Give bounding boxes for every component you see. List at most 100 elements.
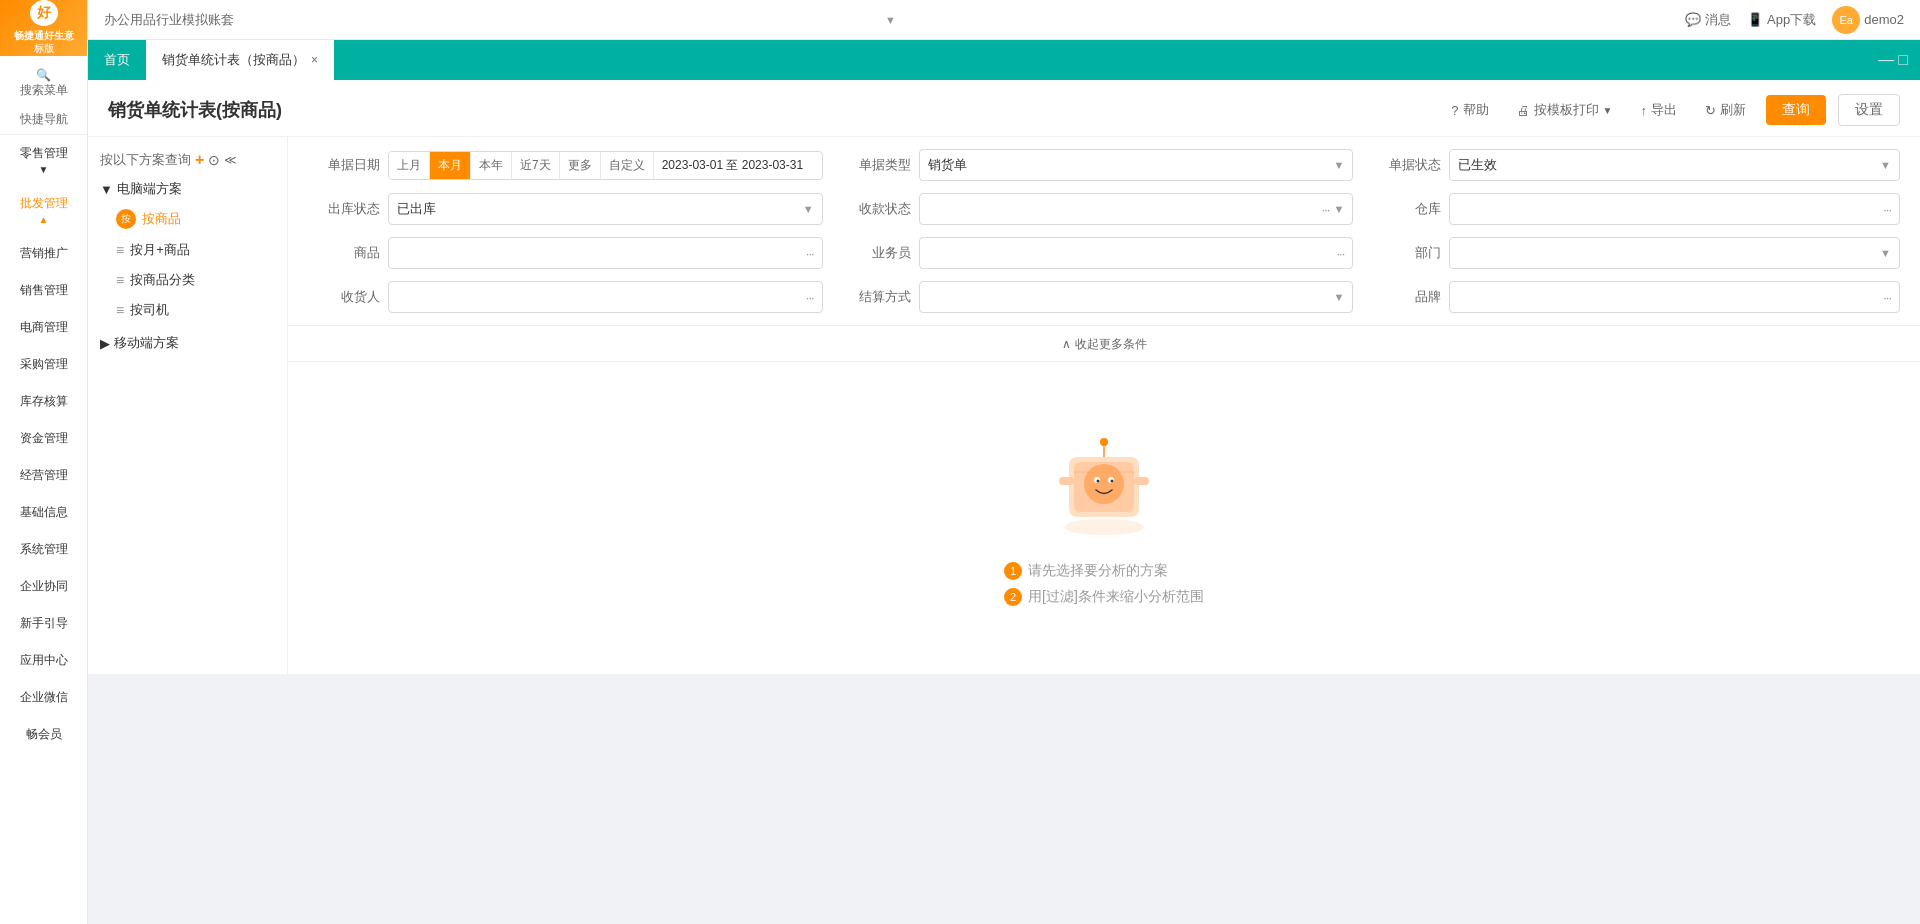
date-btn-custom[interactable]: 自定义 (601, 152, 654, 179)
pay-method-filter[interactable]: ▼ (919, 281, 1354, 313)
search-menu-btn[interactable]: 🔍 搜索菜单 (0, 56, 87, 105)
sidebar-item-member[interactable]: 畅会员 (0, 716, 87, 753)
department-filter[interactable]: ▼ (1449, 237, 1900, 269)
export-btn[interactable]: ↑ 导出 (1633, 97, 1686, 123)
salesperson-filter[interactable]: ··· (919, 237, 1354, 269)
sidebar-item-wholesale[interactable]: 批发管理 ▲ (0, 185, 87, 235)
product-filter[interactable]: ··· (388, 237, 823, 269)
tab-controls: — □ (1878, 51, 1920, 69)
sidebar-item-system[interactable]: 系统管理 (0, 531, 87, 568)
scheme-item-icon-month: ≡ (116, 242, 124, 258)
svg-point-10 (1100, 438, 1108, 446)
user-name: demo2 (1864, 12, 1904, 27)
warehouse-filter[interactable]: ··· (1449, 193, 1900, 225)
sidebar-item-wechat[interactable]: 企业微信 (0, 679, 87, 716)
scheme-item-by-driver[interactable]: ≡ 按司机 (88, 295, 287, 325)
sidebar-item-enterprise[interactable]: 企业协同 (0, 568, 87, 605)
warehouse-more-icon: ··· (1883, 202, 1891, 217)
date-btn-this-year[interactable]: 本年 (471, 152, 512, 179)
sidebar-item-inventory[interactable]: 库存核算 (0, 383, 87, 420)
user-menu-btn[interactable]: Ea demo2 (1832, 6, 1904, 34)
collapse-btn[interactable]: ∧ 收起更多条件 (1062, 336, 1147, 353)
sidebar-item-guide[interactable]: 新手引导 (0, 605, 87, 642)
scheme-collapse-btn[interactable]: ≪ (224, 153, 237, 167)
logo-sub: 标版 (34, 43, 54, 54)
sidebar-item-sales[interactable]: 销售管理 (0, 272, 87, 309)
brand-more-icon: ··· (1883, 290, 1891, 305)
search-menu-label: 搜索菜单 (20, 83, 68, 97)
sidebar-item-operations[interactable]: 经营管理 (0, 457, 87, 494)
main-content: 办公用品行业模拟账套 ▼ 💬 消息 📱 App下载 Ea demo2 首页 (88, 0, 1920, 924)
app-download-btn[interactable]: 📱 App下载 (1747, 11, 1816, 29)
quick-nav-btn[interactable]: 快捷导航 (0, 105, 87, 135)
sidebar-item-purchase[interactable]: 采购管理 (0, 346, 87, 383)
brand-filter[interactable]: ··· (1449, 281, 1900, 313)
salesperson-more-icon: ··· (1336, 246, 1344, 261)
scheme-add-btn[interactable]: + (195, 151, 204, 169)
dropdown-icon: ▼ (885, 14, 896, 26)
tab-min-btn[interactable]: — (1878, 51, 1894, 69)
settings-label: 设置 (1855, 101, 1883, 119)
tabbar: 首页 销货单统计表（按商品） × — □ (88, 40, 1920, 80)
chevron-down-icon: ▼ (39, 164, 49, 175)
scheme-group-pc: ▼ 电脑端方案 按 按商品 ≡ 按月+商品 ≡ (88, 175, 287, 325)
sidebar-item-retail[interactable]: 零售管理 ▼ (0, 135, 87, 185)
product-label: 商品 (308, 244, 388, 262)
print-btn[interactable]: 🖨 按模板打印 ▼ (1509, 97, 1621, 123)
sidebar: 好 畅捷通好生意 标版 🔍 搜索菜单 快捷导航 零售管理 ▼ 批发管理 ▲ 营销… (0, 0, 88, 924)
date-btn-7days[interactable]: 近7天 (512, 152, 560, 179)
sidebar-item-finance[interactable]: 资金管理 (0, 420, 87, 457)
date-btn-this-month[interactable]: 本月 (430, 152, 471, 179)
sidebar-item-marketing[interactable]: 营销推广 (0, 235, 87, 272)
topbar-right: 💬 消息 📱 App下载 Ea demo2 (1685, 6, 1904, 34)
tab-active[interactable]: 销货单统计表（按商品） × (146, 40, 334, 80)
page-header: 销货单统计表(按商品) ? 帮助 🖨 按模板打印 ▼ ↑ 导出 (88, 80, 1920, 137)
tab-home-label: 首页 (104, 51, 130, 69)
scheme-item-by-month-product[interactable]: ≡ 按月+商品 (88, 235, 287, 265)
refresh-icon: ↻ (1705, 103, 1716, 118)
refresh-label: 刷新 (1720, 101, 1746, 119)
help-btn[interactable]: ? 帮助 (1443, 97, 1496, 123)
type-filter[interactable]: 销货单 ▼ (919, 149, 1354, 181)
svg-point-3 (1084, 464, 1124, 504)
scheme-edit-btn[interactable]: ⊙ (208, 152, 220, 168)
download-icon: 📱 (1747, 12, 1763, 27)
date-btn-last-month[interactable]: 上月 (389, 152, 430, 179)
payment-filter[interactable]: ··· ▼ (919, 193, 1354, 225)
scheme-item-icon-category: ≡ (116, 272, 124, 288)
outbound-dropdown-icon: ▼ (803, 203, 814, 215)
settings-btn[interactable]: 设置 (1838, 94, 1900, 126)
tab-close-icon[interactable]: × (311, 53, 318, 67)
tab-active-label: 销货单统计表（按商品） (162, 51, 305, 69)
sidebar-item-member-label: 畅会员 (26, 726, 62, 743)
date-btn-more[interactable]: 更多 (560, 152, 601, 179)
date-label: 单据日期 (308, 156, 388, 174)
print-dropdown-icon: ▼ (1603, 105, 1613, 116)
logo-text: 畅捷通好生意 (14, 30, 74, 41)
sidebar-item-apps[interactable]: 应用中心 (0, 642, 87, 679)
status-filter[interactable]: 已生效 ▼ (1449, 149, 1900, 181)
sidebar-item-basic[interactable]: 基础信息 (0, 494, 87, 531)
tip-num-2: 2 (1004, 588, 1022, 606)
split-container: 按以下方案查询 + ⊙ ≪ ▼ 电脑端方案 按 按商品 (88, 137, 1920, 674)
sidebar-item-ecommerce[interactable]: 电商管理 (0, 309, 87, 346)
refresh-btn[interactable]: ↻ 刷新 (1697, 97, 1754, 123)
scheme-group-pc-title[interactable]: ▼ 电脑端方案 (88, 175, 287, 203)
chevron-up-icon: ▲ (39, 214, 49, 225)
tab-max-btn[interactable]: □ (1898, 51, 1908, 69)
outbound-filter[interactable]: 已出库 ▼ (388, 193, 823, 225)
message-btn[interactable]: 💬 消息 (1685, 11, 1731, 29)
empty-tip-1-text: 请先选择要分析的方案 (1028, 562, 1168, 580)
empty-illustration (1044, 422, 1164, 542)
empty-tip-2: 2 用[过滤]条件来缩小分析范围 (1004, 588, 1204, 606)
query-btn[interactable]: 查询 (1766, 95, 1826, 125)
sidebar-item-sales-label: 销售管理 (20, 282, 68, 299)
empty-state: 1 请先选择要分析的方案 2 用[过滤]条件来缩小分析范围 (288, 362, 1920, 674)
collapse-icon: ∧ (1062, 337, 1071, 351)
scheme-item-by-category[interactable]: ≡ 按商品分类 (88, 265, 287, 295)
content-card: 销货单统计表(按商品) ? 帮助 🖨 按模板打印 ▼ ↑ 导出 (88, 80, 1920, 674)
scheme-item-by-product[interactable]: 按 按商品 (88, 203, 287, 235)
scheme-group-mobile-title[interactable]: ▶ 移动端方案 (88, 329, 287, 357)
tab-home[interactable]: 首页 (88, 40, 146, 80)
receiver-filter[interactable]: ··· (388, 281, 823, 313)
